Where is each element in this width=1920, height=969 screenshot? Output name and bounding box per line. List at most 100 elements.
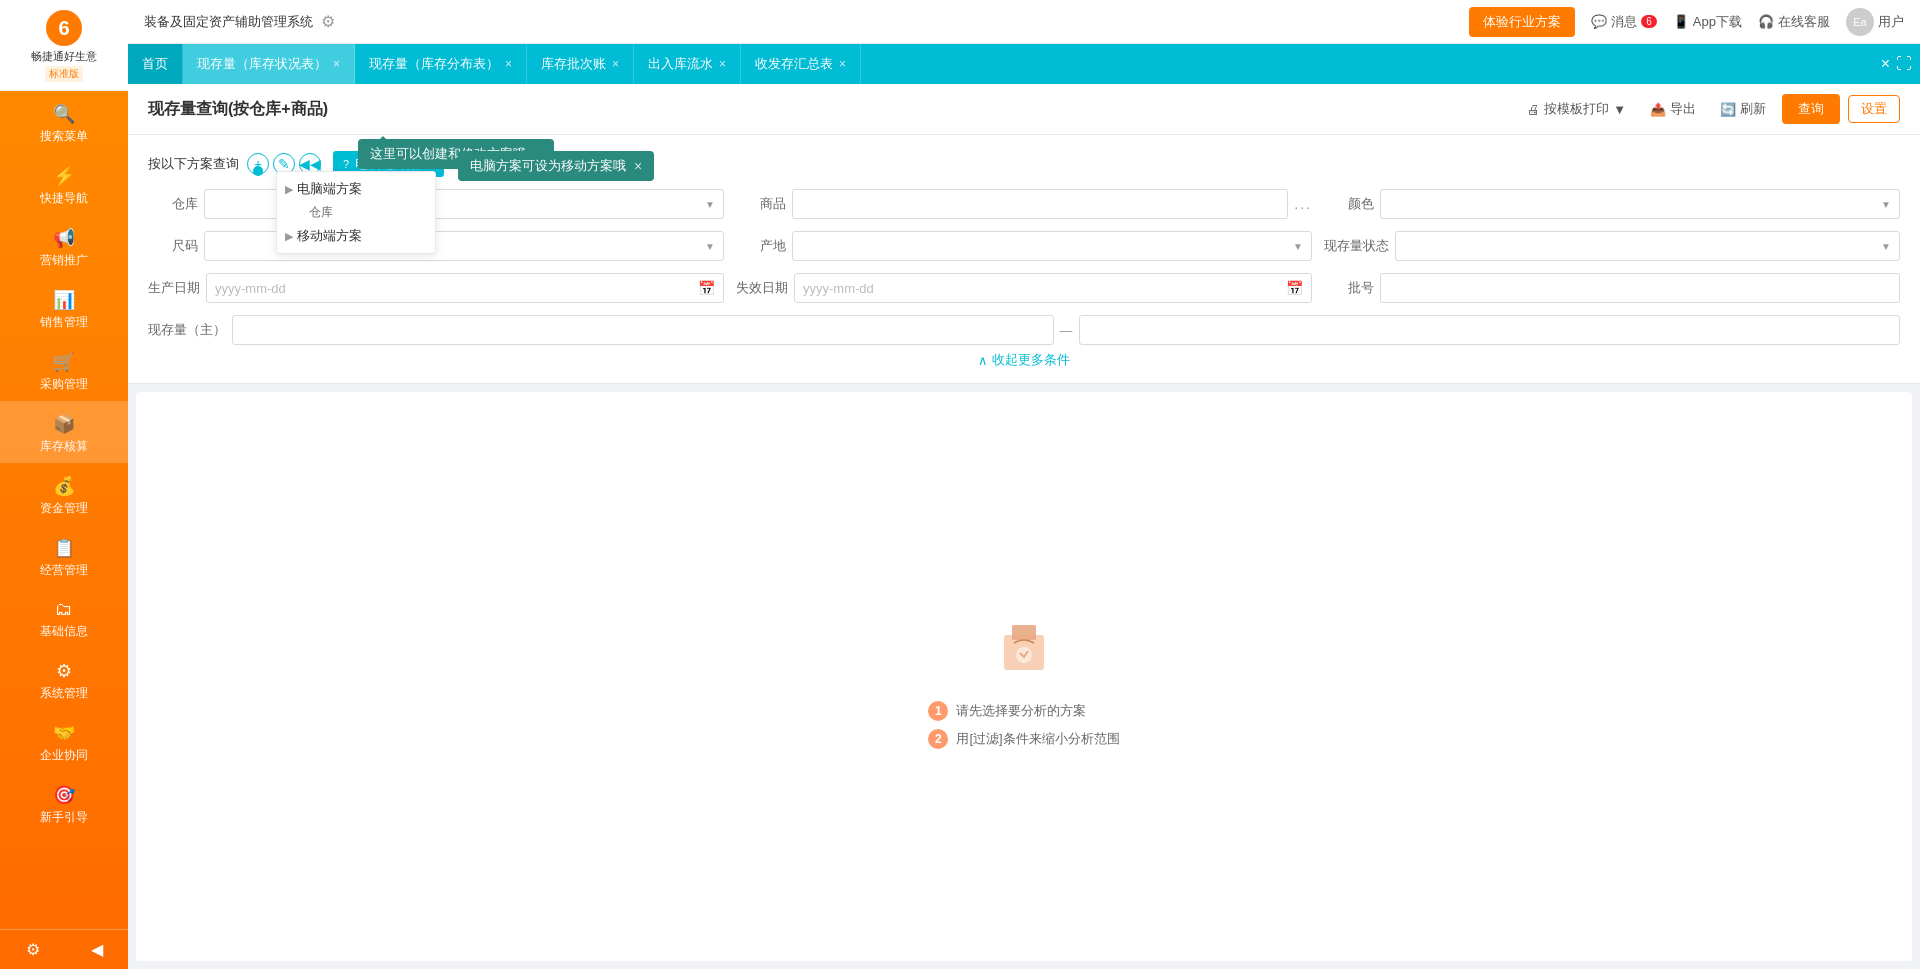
stock-main-max-input[interactable] xyxy=(1079,315,1901,345)
tab-in-out-flow[interactable]: 出入库流水 × xyxy=(634,44,741,84)
stock-main-min-input[interactable] xyxy=(232,315,1054,345)
system-title: 装备及固定资产辅助管理系统 xyxy=(144,13,313,31)
tab-recv-summary[interactable]: 收发存汇总表 × xyxy=(741,44,861,84)
prod-date-input[interactable]: yyyy-mm-dd 📅 xyxy=(206,273,724,303)
in-out-flow-tab-close[interactable]: × xyxy=(719,57,726,71)
stock-status-tab-close[interactable]: × xyxy=(333,57,340,71)
tab-home[interactable]: 首页 xyxy=(128,44,183,84)
sidebar-item-ops[interactable]: 📋 经营管理 xyxy=(0,525,128,587)
batch-label: 批号 xyxy=(1324,279,1374,297)
edit-icon: ✎ xyxy=(278,156,290,172)
scheme-tree-mobile-label: 移动端方案 xyxy=(297,227,362,245)
stock-main-sep: — xyxy=(1060,323,1073,338)
settings-gear-icon[interactable]: ⚙ xyxy=(321,12,335,31)
tab-expand-button[interactable]: ⛶ xyxy=(1896,55,1912,73)
warehouse-label: 仓库 xyxy=(148,195,198,213)
expire-date-input[interactable]: yyyy-mm-dd 📅 xyxy=(794,273,1312,303)
filter-group-warehouse: 仓库 ▼ xyxy=(148,189,724,219)
tab-stock-status[interactable]: 现存量（库存状况表） × xyxy=(183,44,355,84)
expire-date-calendar-icon: 📅 xyxy=(1286,280,1303,296)
filter-group-prod-date: 生产日期 yyyy-mm-dd 📅 xyxy=(148,273,724,303)
goods-select[interactable] xyxy=(792,189,1288,219)
main-content: 装备及固定资产辅助管理系统 ⚙ 体验行业方案 💬 消息 6 📱 App下载 🎧 … xyxy=(128,0,1920,969)
collapse-button[interactable]: ◀ xyxy=(91,940,103,959)
sidebar-item-guide[interactable]: 🎯 新手引导 xyxy=(0,772,128,834)
refresh-icon: 🔄 xyxy=(1720,102,1736,117)
message-icon: 💬 xyxy=(1591,14,1607,29)
set-button[interactable]: 设置 xyxy=(1848,95,1900,123)
empty-illustration xyxy=(984,605,1064,685)
sidebar: 6 畅捷通好生意 标准版 🔍 搜索菜单 ⚡ 快捷导航 📢 营销推广 📊 销售管理… xyxy=(0,0,128,969)
tooltip-close[interactable]: × xyxy=(634,158,642,174)
basic-icon: 🗂 xyxy=(55,599,73,620)
sidebar-item-purchase[interactable]: 🛒 采购管理 xyxy=(0,339,128,401)
sidebar-item-finance[interactable]: 💰 资金管理 xyxy=(0,463,128,525)
query-button[interactable]: 查询 xyxy=(1782,94,1840,124)
sidebar-item-sales[interactable]: 📊 销售管理 xyxy=(0,277,128,339)
sidebar-item-collab[interactable]: 🤝 企业协同 xyxy=(0,710,128,772)
back-arrow-icon: ◀◀ xyxy=(299,156,321,172)
sidebar-item-basic[interactable]: 🗂 基础信息 xyxy=(0,587,128,648)
user-label: 用户 xyxy=(1878,13,1904,31)
tab-batch-ledger[interactable]: 库存批次账 × xyxy=(527,44,634,84)
scheme-tree-warehouse-sub: 仓库 xyxy=(277,202,435,223)
sidebar-item-quick-nav[interactable]: ⚡ 快捷导航 xyxy=(0,153,128,215)
dot-indicator xyxy=(253,166,263,176)
stock-state-select[interactable]: ▼ xyxy=(1395,231,1900,261)
scheme-tag-tooltip[interactable]: ? xyxy=(343,158,349,170)
recv-summary-tab-close[interactable]: × xyxy=(839,57,846,71)
stock-dist-tab-label: 现存量（库存分布表） xyxy=(369,55,499,73)
add-scheme-button[interactable]: + xyxy=(247,153,269,175)
sidebar-item-search[interactable]: 🔍 搜索菜单 xyxy=(0,91,128,153)
sidebar-item-system[interactable]: ⚙ 系统管理 xyxy=(0,648,128,710)
sidebar-item-inventory[interactable]: 📦 库存核算 xyxy=(0,401,128,463)
goods-label: 商品 xyxy=(736,195,786,213)
message-badge: 6 xyxy=(1641,15,1657,28)
page-actions: 🖨 按模板打印 ▼ 📤 导出 🔄 刷新 查询 设置 xyxy=(1519,94,1900,124)
svg-rect-1 xyxy=(1012,625,1036,640)
print-button[interactable]: 🖨 按模板打印 ▼ xyxy=(1519,96,1634,122)
stock-main-label: 现存量（主） xyxy=(148,321,226,339)
expire-date-placeholder: yyyy-mm-dd xyxy=(803,281,874,296)
industry-button[interactable]: 体验行业方案 xyxy=(1469,7,1575,37)
export-button[interactable]: 📤 导出 xyxy=(1642,96,1704,122)
collapse-label: 收起更多条件 xyxy=(992,351,1070,369)
print-icon: 🖨 xyxy=(1527,102,1540,117)
stock-state-arrow-icon: ▼ xyxy=(1881,241,1891,252)
prod-date-label: 生产日期 xyxy=(148,279,200,297)
online-support-button[interactable]: 🎧 在线客服 xyxy=(1758,13,1830,31)
export-icon: 📤 xyxy=(1650,102,1666,117)
collapse-btn[interactable]: ∧ 收起更多条件 xyxy=(148,345,1900,373)
tab-close-all-button[interactable]: × xyxy=(1881,55,1890,73)
tab-stock-dist[interactable]: 现存量（库存分布表） × xyxy=(355,44,527,84)
header-right: 体验行业方案 💬 消息 6 📱 App下载 🎧 在线客服 Ea 用户 xyxy=(1469,7,1904,37)
scheme-tree-mobile[interactable]: ▶ 移动端方案 xyxy=(277,223,435,249)
color-select[interactable]: ▼ xyxy=(1380,189,1900,219)
scheme-tree-desktop[interactable]: ▶ 电脑端方案 xyxy=(277,176,435,202)
scheme-tree: ▶ 电脑端方案 仓库 ▶ 移动端方案 xyxy=(276,171,436,254)
settings-button[interactable]: ⚙ xyxy=(26,940,40,959)
scheme-tooltip-container: 电脑方案可设为移动方案哦 × xyxy=(458,151,654,181)
scheme-tree-desktop-label: 电脑端方案 xyxy=(297,180,362,198)
sidebar-item-marketing[interactable]: 📢 营销推广 xyxy=(0,215,128,277)
refresh-button[interactable]: 🔄 刷新 xyxy=(1712,96,1774,122)
filter-group-stock-state: 现存量状态 ▼ xyxy=(1324,231,1900,261)
page-header: 现存量查询(按仓库+商品) 🖨 按模板打印 ▼ 📤 导出 🔄 刷新 查询 设置 xyxy=(128,84,1920,135)
sidebar-logo: 6 畅捷通好生意 标准版 xyxy=(0,0,128,91)
purchase-icon: 🛒 xyxy=(53,351,75,373)
batch-ledger-tab-close[interactable]: × xyxy=(612,57,619,71)
app-download-button[interactable]: 📱 App下载 xyxy=(1673,13,1742,31)
stock-dist-tab-close[interactable]: × xyxy=(505,57,512,71)
user-menu[interactable]: Ea 用户 xyxy=(1846,8,1904,36)
batch-input[interactable] xyxy=(1380,273,1900,303)
scheme-tooltip: 电脑方案可设为移动方案哦 × xyxy=(458,151,654,181)
tree-arrow-icon: ▶ xyxy=(285,183,293,196)
filter-group-origin: 产地 ▼ xyxy=(736,231,1312,261)
step1-text: 请先选择要分析的方案 xyxy=(956,702,1086,720)
message-button[interactable]: 💬 消息 6 xyxy=(1591,13,1657,31)
expire-date-label: 失效日期 xyxy=(736,279,788,297)
origin-select[interactable]: ▼ xyxy=(792,231,1312,261)
finance-icon: 💰 xyxy=(53,475,75,497)
goods-more-button[interactable]: ... xyxy=(1294,196,1312,212)
recv-summary-tab-label: 收发存汇总表 xyxy=(755,55,833,73)
